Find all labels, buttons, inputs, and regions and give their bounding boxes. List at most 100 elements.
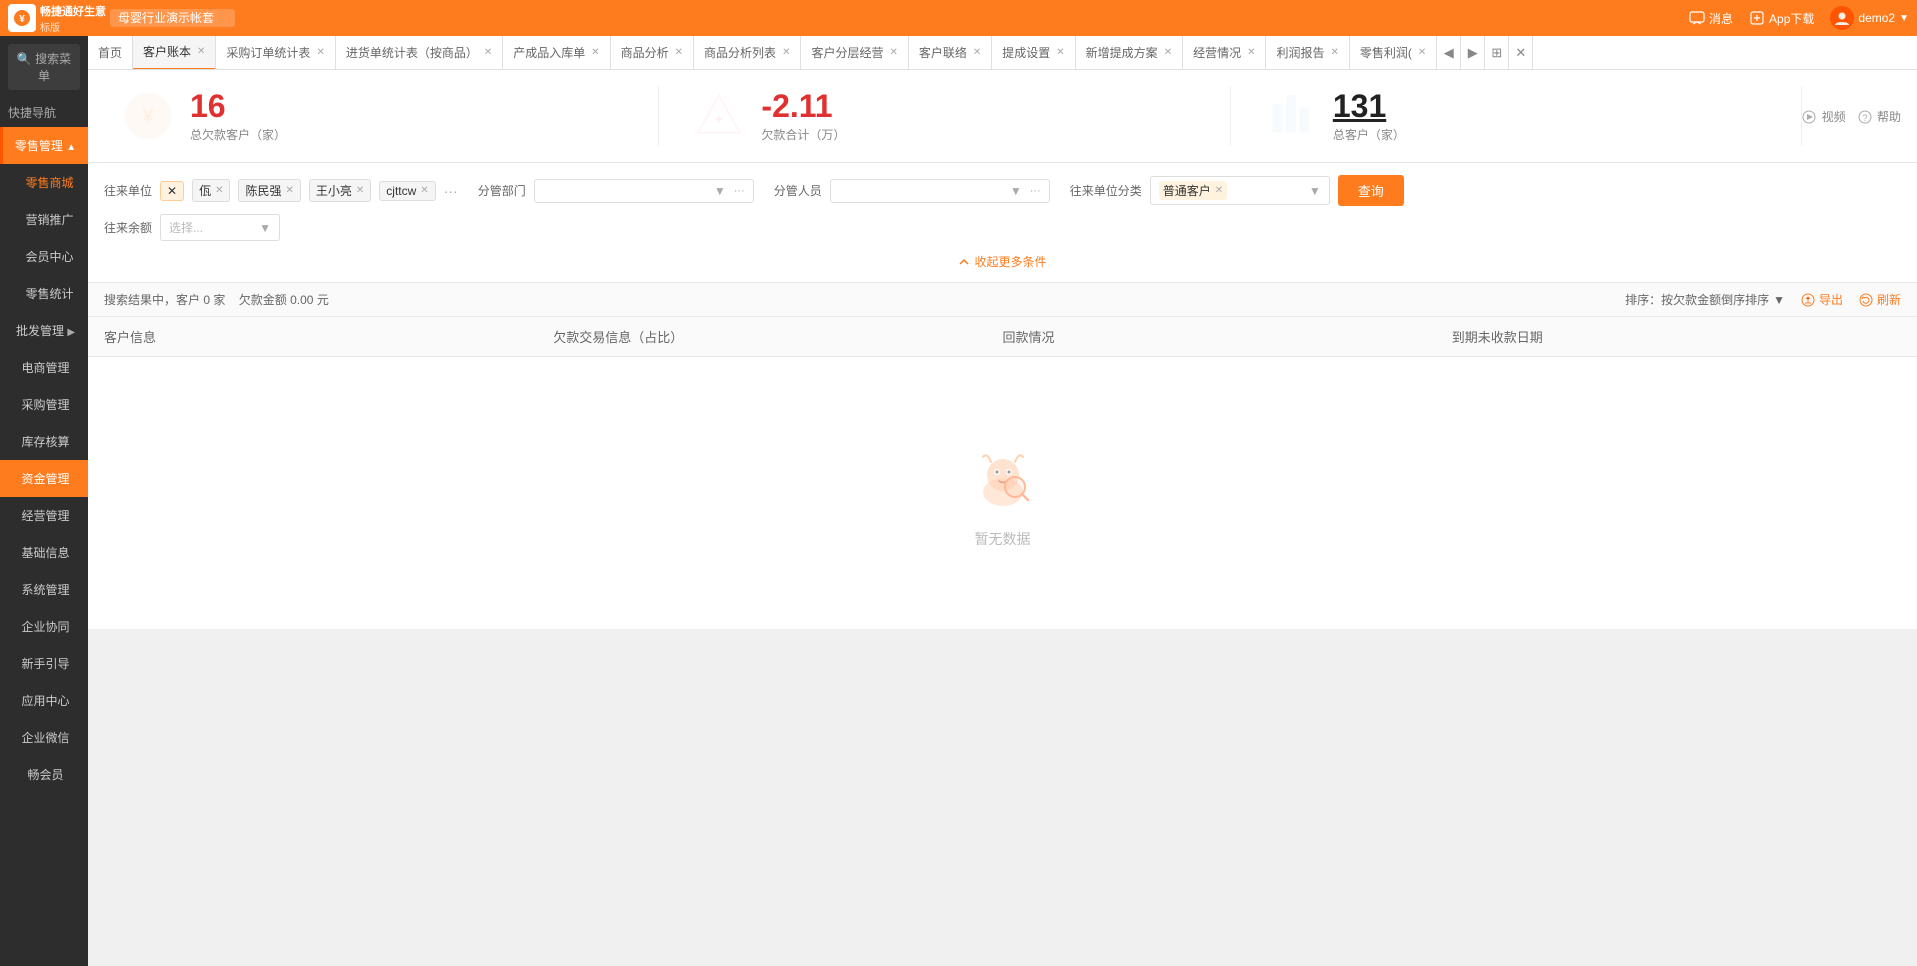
tab-close-product-analysis[interactable]: ✕ <box>675 47 683 58</box>
tab-close-raise-settings[interactable]: ✕ <box>1056 47 1064 58</box>
total-customers-label: 总客户（家） <box>1333 126 1405 143</box>
dept-selector[interactable]: ▼ ··· <box>534 179 754 203</box>
tab-close-product-analysis-list[interactable]: ✕ <box>782 47 790 58</box>
tab-nav-more[interactable]: ⊞ <box>1485 36 1509 70</box>
user-menu[interactable]: demo2 ▼ <box>1830 6 1909 30</box>
tab-customer-contact[interactable]: 客户联络 ✕ <box>909 36 992 70</box>
category-selector[interactable]: 普通客户 ✕ ▼ <box>1150 176 1330 205</box>
app-download-button[interactable]: App下载 <box>1749 10 1814 27</box>
tab-product-analysis-list[interactable]: 商品分析列表 ✕ <box>694 36 801 70</box>
refresh-button[interactable]: 刷新 <box>1859 291 1901 308</box>
demo-selector[interactable]: 母婴行业演示帐套 <box>110 9 235 27</box>
tab-production-inbound[interactable]: 产成品入库单 ✕ <box>503 36 610 70</box>
tab-customer-segment[interactable]: 客户分层经营 ✕ <box>801 36 908 70</box>
sidebar-item-retail-stats[interactable]: 零售统计 <box>0 275 88 312</box>
tab-close-purchase-stats[interactable]: ✕ <box>484 47 492 58</box>
tab-close-customer-contact[interactable]: ✕ <box>973 47 981 58</box>
sidebar-item-enterprise[interactable]: 企业协同 <box>0 608 88 645</box>
tab-profit-report[interactable]: 利润报告 ✕ <box>1266 36 1349 70</box>
tab-close-customer-account[interactable]: ✕ <box>197 46 205 57</box>
sidebar-item-inventory[interactable]: 库存核算 <box>0 423 88 460</box>
message-button[interactable]: 消息 <box>1689 10 1733 27</box>
sidebar-item-system[interactable]: 系统管理 <box>0 571 88 608</box>
tab-nav-next[interactable]: ▶ <box>1461 36 1485 70</box>
filter-row-main: 往来单位 ✕ 佤 ✕ 陈民强 ✕ <box>104 175 1901 206</box>
tab-purchase-stats-by-product[interactable]: 进货单统计表（按商品） ✕ <box>336 36 503 70</box>
sidebar-item-wholesale[interactable]: 批发管理 ▶ <box>0 312 88 349</box>
debt-customers-icon: ¥ <box>118 86 178 146</box>
svg-text:?: ? <box>1862 113 1867 123</box>
col-header-repay: 回款情况 <box>1003 327 1452 346</box>
svg-text:¥: ¥ <box>141 106 154 128</box>
tab-nav-close-all[interactable]: ✕ <box>1509 36 1533 70</box>
tab-close-customer-segment[interactable]: ✕ <box>889 47 897 58</box>
tab-close-new-raise-plan[interactable]: ✕ <box>1164 47 1172 58</box>
help-icon: ? <box>1858 110 1872 124</box>
sidebar-item-marketing[interactable]: 营销推广 <box>0 201 88 238</box>
sort-selector[interactable]: 排序：按欠款金额倒序排序 ▼ <box>1625 291 1785 308</box>
message-icon <box>1689 10 1705 26</box>
tab-close-profit-report[interactable]: ✕ <box>1331 47 1339 58</box>
sidebar-item-app-center[interactable]: 应用中心 <box>0 682 88 719</box>
filter-section: 往来单位 ✕ 佤 ✕ 陈民强 ✕ <box>88 163 1917 283</box>
tab-product-analysis[interactable]: 商品分析 ✕ <box>611 36 694 70</box>
sidebar-item-vip[interactable]: 畅会员 <box>0 756 88 793</box>
search-menu-button[interactable]: 🔍 搜索菜单 <box>8 44 80 90</box>
remove-unit-4[interactable]: ✕ <box>420 185 428 196</box>
col-header-customer: 客户信息 <box>104 327 553 346</box>
summary-info-total-customers: 131 总客户（家） <box>1333 90 1405 143</box>
tab-retail-profit[interactable]: 零售利润( ✕ <box>1350 36 1437 70</box>
debt-amount-icon: ✦ <box>689 86 749 146</box>
summary-card-debt-customers: ¥ 16 总欠款客户（家） <box>88 86 659 146</box>
col-header-debt: 欠款交易信息（占比） <box>553 327 1002 346</box>
total-customers-icon <box>1261 86 1321 146</box>
more-units-button[interactable]: ··· <box>444 183 458 199</box>
top-bar: ¥ 畅捷通好生意 标版 母婴行业演示帐套 消息 <box>0 0 1917 36</box>
remove-unit-3[interactable]: ✕ <box>356 185 364 196</box>
total-customers-value: 131 <box>1333 90 1405 122</box>
staff-selector[interactable]: ▼ ··· <box>830 179 1050 203</box>
remain-selector[interactable]: 选择... ▼ <box>160 214 280 241</box>
filter-tag-unit-all: ✕ <box>160 181 184 201</box>
filter-tag-unit-2: 陈民强 ✕ <box>238 179 300 202</box>
sidebar-search-area: 🔍 搜索菜单 <box>0 36 88 98</box>
category-tag: 普通客户 ✕ <box>1159 181 1227 200</box>
remove-category[interactable]: ✕ <box>1215 185 1223 196</box>
tab-new-raise-plan[interactable]: 新增提成方案 ✕ <box>1076 36 1183 70</box>
help-link[interactable]: ? 帮助 <box>1858 108 1901 125</box>
video-help-area: 视频 ? 帮助 <box>1802 86 1917 146</box>
sidebar-item-retail-mall[interactable]: 零售商城 <box>0 164 88 201</box>
tab-raise-settings[interactable]: 提成设置 ✕ <box>992 36 1075 70</box>
svg-text:¥: ¥ <box>19 14 25 25</box>
tab-close-retail-profit[interactable]: ✕ <box>1418 47 1426 58</box>
sidebar-item-ecommerce[interactable]: 电商管理 <box>0 349 88 386</box>
query-button[interactable]: 查询 <box>1338 175 1404 206</box>
sidebar-item-purchase[interactable]: 采购管理 <box>0 386 88 423</box>
collapse-button[interactable]: 收起更多条件 <box>958 253 1046 270</box>
collapse-icon <box>958 256 970 268</box>
sidebar-item-operations[interactable]: 经营管理 <box>0 497 88 534</box>
staff-label: 分管人员 <box>774 182 822 199</box>
sidebar-item-new-guide[interactable]: 新手引导 <box>0 645 88 682</box>
sidebar-item-finance[interactable]: 资金管理 <box>0 460 88 497</box>
tab-operations-status[interactable]: 经营情况 ✕ <box>1183 36 1266 70</box>
sidebar-item-wechat[interactable]: 企业微信 <box>0 719 88 756</box>
summary-card-debt-amount: ✦ -2.11 欠款合计（万） <box>659 86 1230 146</box>
remove-unit-1[interactable]: ✕ <box>215 185 223 196</box>
tab-close-operations-status[interactable]: ✕ <box>1247 47 1255 58</box>
tab-purchase-order-stats[interactable]: 采购订单统计表 ✕ <box>216 36 335 70</box>
tab-close-production[interactable]: ✕ <box>591 47 599 58</box>
quick-nav-button[interactable]: 快捷导航 <box>0 98 88 127</box>
export-button[interactable]: 导出 <box>1801 291 1843 308</box>
remove-unit-2[interactable]: ✕ <box>286 185 294 196</box>
video-link[interactable]: 视频 <box>1802 108 1845 125</box>
sidebar-item-basic-info[interactable]: 基础信息 <box>0 534 88 571</box>
tab-home[interactable]: 首页 <box>88 36 133 70</box>
tab-nav-prev[interactable]: ◀ <box>1437 36 1461 70</box>
tab-close-purchase-order[interactable]: ✕ <box>316 47 324 58</box>
sidebar-item-retail-manage[interactable]: 零售管理 ▲ <box>0 127 88 164</box>
sidebar-item-member[interactable]: 会员中心 <box>0 238 88 275</box>
unit-label: 往来单位 <box>104 182 152 199</box>
tab-customer-account[interactable]: 客户账本 ✕ <box>133 36 216 70</box>
result-info: 搜索结果中，客户 0 家 欠款金额 0.00 元 <box>104 291 329 308</box>
